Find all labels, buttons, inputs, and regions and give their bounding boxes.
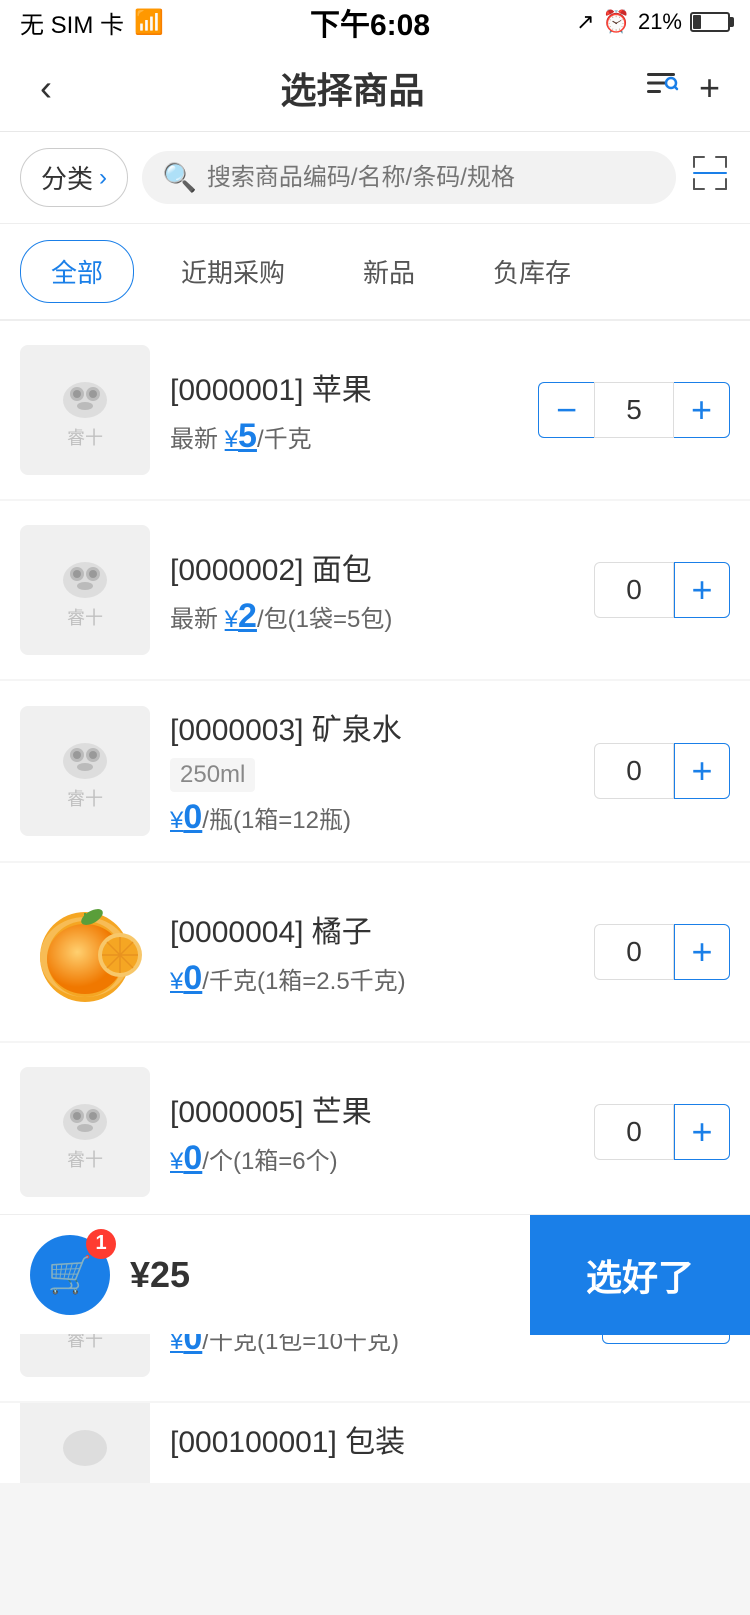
product-info: [0000001] 苹果 最新 ¥5/千克 [170,365,518,456]
product-name: [0000004] 橘子 [170,907,574,951]
qty-decrease-button[interactable]: − [538,382,594,438]
product-info: [0000004] 橘子 ¥0/千克(1箱=2.5千克) [170,907,574,998]
cart-section: 🛒 1 ¥25 [0,1235,530,1315]
product-image: 睿十 [20,345,150,475]
price-value: 5 [238,417,257,455]
product-qty: + [594,562,730,618]
list-item: 睿十 [0000001] 苹果 最新 ¥5/千克 − + [0,321,750,499]
status-left: 无 SIM 卡 📶 [20,5,164,40]
product-image: 睿十 [20,1067,150,1197]
product-price: 最新 ¥2/包(1袋=5包) [170,597,574,636]
tab-recent[interactable]: 近期采购 [150,240,316,303]
product-image: 睿十 [20,525,150,655]
cart-total: ¥25 [130,1254,190,1296]
qty-increase-button[interactable]: + [674,743,730,799]
search-input[interactable] [207,164,656,192]
owl-logo: 睿十 [55,550,115,630]
product-qty: + [594,924,730,980]
product-qty: + [594,1104,730,1160]
add-button[interactable]: + [699,67,720,109]
tab-bar: 全部 近期采购 新品 负库存 [0,224,750,321]
category-arrow-icon: › [99,164,107,192]
product-info: [0000005] 芒果 ¥0/个(1箱=6个) [170,1087,574,1178]
owl-logo [55,1418,115,1468]
product-image: 睿十 [20,706,150,836]
qty-input[interactable] [594,743,674,799]
owl-logo: 睿十 [55,731,115,811]
product-name: [0000001] 苹果 [170,365,518,409]
price-latest: 最新 [170,426,225,453]
status-bar: 无 SIM 卡 📶 下午6:08 ↗ ⏰ 21% [0,0,750,44]
status-right: ↗ ⏰ 21% [576,9,730,35]
qty-increase-button[interactable]: + [674,1104,730,1160]
status-time: 下午6:08 [310,0,430,44]
price-value: 0 [183,798,202,836]
cart-badge: 1 [86,1229,116,1259]
list-item: [000100001] 包装 [0,1403,750,1483]
price-value: 2 [238,597,257,635]
battery-icon [690,12,730,32]
nav-bar: ‹ 选择商品 + [0,44,750,132]
confirm-button[interactable]: 选好了 [530,1215,750,1335]
tab-all[interactable]: 全部 [20,240,134,303]
product-name: [000100001] 包装 [170,1417,730,1461]
category-button[interactable]: 分类 › [20,148,128,207]
filter-icon[interactable] [643,65,679,110]
list-item: 睿十 [0000003] 矿泉水 250ml ¥0/瓶(1箱=12瓶) + [0,681,750,861]
product-price: ¥0/千克(1箱=2.5千克) [170,959,574,998]
owl-logo: 睿十 [55,1092,115,1172]
bottom-bar: 🛒 1 ¥25 选好了 [0,1214,750,1334]
price-unit: /千克 [257,426,312,453]
alarm-icon: ⏰ [603,9,630,35]
qty-increase-button[interactable]: + [674,562,730,618]
product-info: [0000003] 矿泉水 250ml ¥0/瓶(1箱=12瓶) [170,705,574,837]
carrier-text: 无 SIM 卡 [20,5,124,40]
price-value: 0 [183,959,202,997]
search-box: 🔍 [142,151,676,204]
price-unit: /个(1箱=6个) [202,1148,337,1175]
product-spec: 250ml [170,758,255,792]
battery-percent: 21% [638,9,682,35]
list-item: 睿十 [0000005] 芒果 ¥0/个(1箱=6个) + [0,1043,750,1221]
owl-logo: 睿十 [55,370,115,450]
qty-input[interactable] [594,562,674,618]
product-qty: − + [538,382,730,438]
search-icon: 🔍 [162,161,197,194]
product-name: [0000005] 芒果 [170,1087,574,1131]
product-image [20,1403,150,1483]
tab-new[interactable]: 新品 [332,240,446,303]
qty-increase-button[interactable]: + [674,382,730,438]
product-price: ¥0/瓶(1箱=12瓶) [170,798,574,837]
qty-increase-button[interactable]: + [674,924,730,980]
list-item: [0000004] 橘子 ¥0/千克(1箱=2.5千克) + [0,863,750,1041]
location-icon: ↗ [576,9,594,35]
product-price: 最新 ¥5/千克 [170,417,518,456]
price-unit: /瓶(1箱=12瓶) [202,807,351,834]
price-unit: /包(1袋=5包) [257,606,392,633]
cart-icon: 🛒 [48,1254,93,1296]
product-name: [0000002] 面包 [170,545,574,589]
list-item: 睿十 [0000002] 面包 最新 ¥2/包(1袋=5包) + [0,501,750,679]
product-price: ¥0/个(1箱=6个) [170,1139,574,1178]
product-info: [0000002] 面包 最新 ¥2/包(1袋=5包) [170,545,574,636]
price-value: 0 [183,1139,202,1177]
page-title: 选择商品 [280,62,424,114]
product-info: [000100001] 包装 [170,1417,730,1469]
qty-input[interactable] [594,382,674,438]
product-qty: + [594,743,730,799]
tab-negative[interactable]: 负库存 [462,240,602,303]
cart-button[interactable]: 🛒 1 [30,1235,110,1315]
back-button[interactable]: ‹ [30,57,62,119]
product-name: [0000003] 矿泉水 [170,705,574,749]
qty-input[interactable] [594,924,674,980]
category-label: 分类 [41,159,93,196]
filter-bar: 分类 › 🔍 [0,132,750,224]
nav-actions: + [643,65,720,110]
product-image [20,887,150,1017]
price-unit: /千克(1箱=2.5千克) [202,968,405,995]
price-latest: 最新 [170,606,225,633]
wifi-icon: 📶 [134,8,164,37]
scan-icon[interactable] [690,153,730,202]
qty-input[interactable] [594,1104,674,1160]
